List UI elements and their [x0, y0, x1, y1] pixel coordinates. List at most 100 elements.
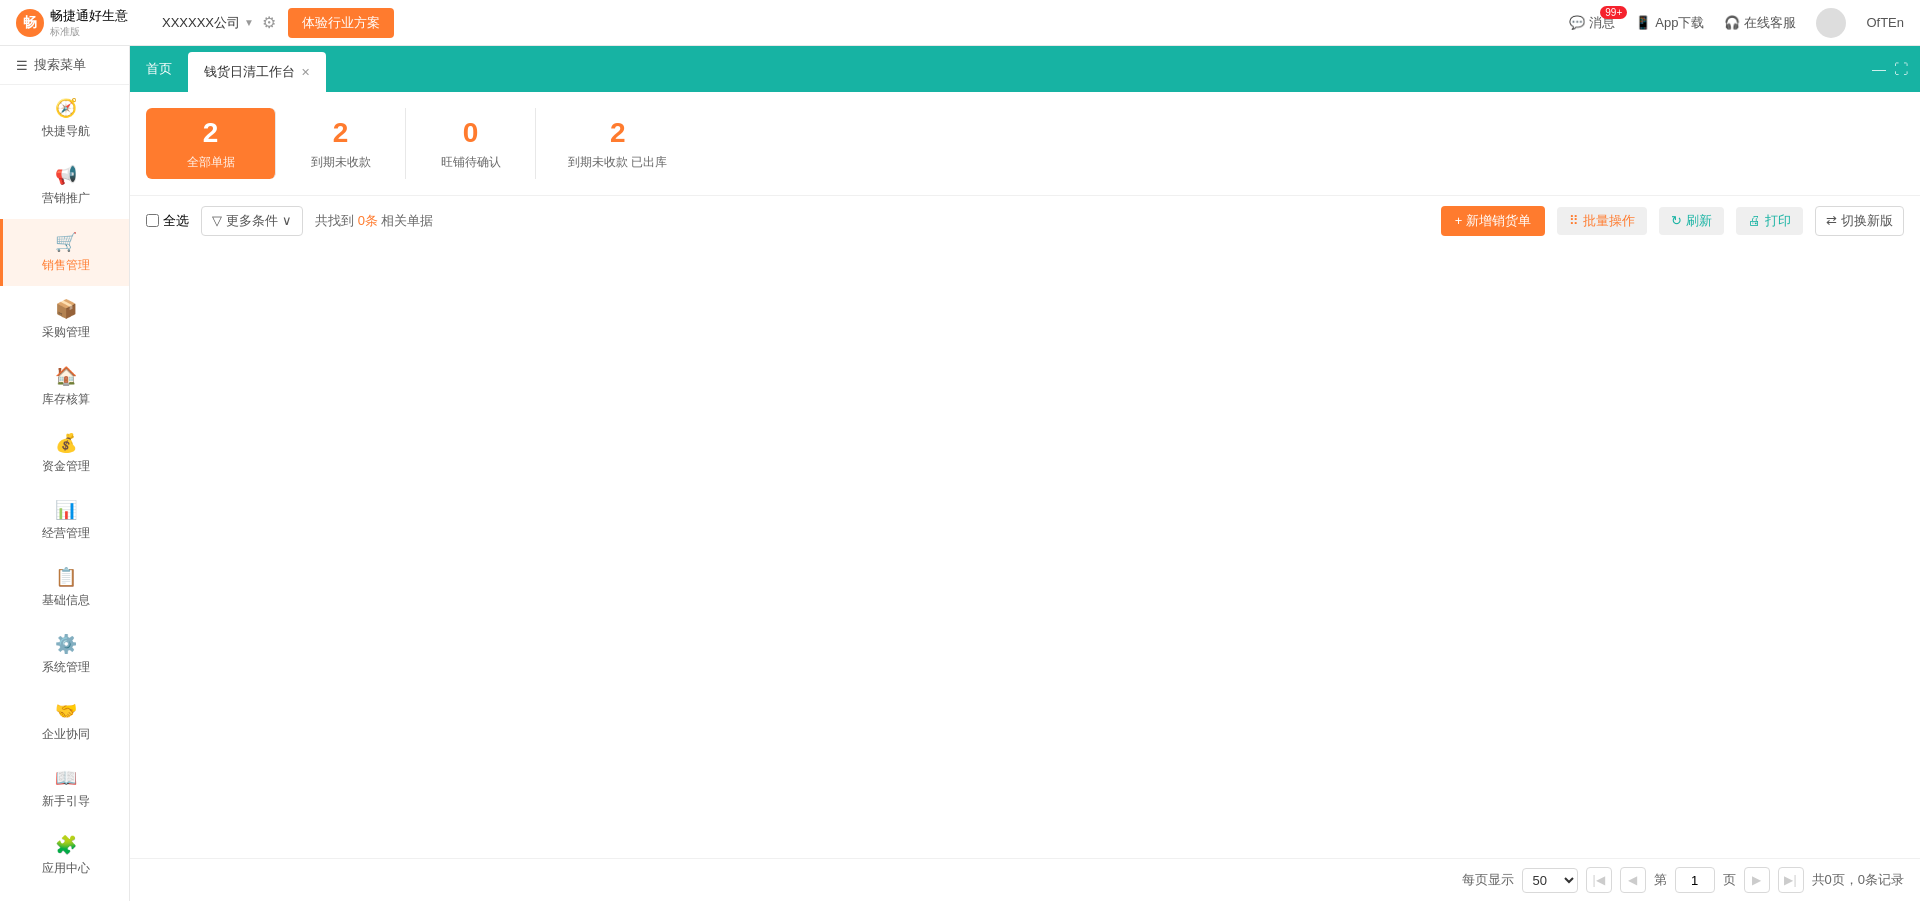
search-menu-button[interactable]: ☰ 搜索菜单: [0, 46, 129, 85]
sidebar-icon-6: 📊: [55, 499, 77, 521]
tab-close-icon[interactable]: ✕: [301, 66, 310, 79]
page-suffix: 页: [1723, 871, 1736, 889]
logo-icon: 畅: [16, 9, 44, 37]
stat-label-wangpu: 旺铺待确认: [441, 154, 501, 171]
avatar[interactable]: [1816, 8, 1846, 38]
page-size-select[interactable]: 20 50 100: [1522, 868, 1578, 893]
stat-card-overdue[interactable]: 2 到期未收款: [276, 108, 406, 179]
sidebar-item-4[interactable]: 🏠 库存核算: [0, 353, 129, 420]
stats-section: 2 全部单据 2 到期未收款 0 旺铺待确认 2 到期未收款 已出库: [130, 92, 1920, 195]
page-label: 第: [1654, 871, 1667, 889]
logo-area: 畅 畅捷通好生意 标准版: [16, 7, 146, 39]
stat-card-all[interactable]: 2 全部单据: [146, 108, 276, 179]
sidebar-icon-4: 🏠: [55, 365, 77, 387]
next-page-button[interactable]: ▶: [1744, 867, 1770, 893]
first-page-button[interactable]: |◀: [1586, 867, 1612, 893]
sidebar-icon-1: 📢: [55, 164, 77, 186]
pagination-bar: 每页显示 20 50 100 |◀ ◀ 第 页 ▶ ▶| 共0页，0条记录: [130, 858, 1920, 901]
sidebar-item-1[interactable]: 📢 营销推广: [0, 152, 129, 219]
result-count: 0条: [358, 213, 378, 228]
sidebar-item-5[interactable]: 💰资金管理: [0, 420, 129, 487]
tab-minimize-button[interactable]: —: [1872, 61, 1886, 77]
app-download-button[interactable]: 📱 App下载: [1635, 14, 1704, 32]
sidebar-item-12[interactable]: 💬企业微信: [0, 889, 129, 901]
sidebar-icon-3: 📦: [55, 298, 77, 320]
message-button[interactable]: 💬 消息 99+: [1569, 14, 1615, 32]
toolbar: 全选 ▽ 更多条件 ∨ 共找到 0条 相关单据 + 新增销货单: [130, 195, 1920, 246]
sidebar-item-8[interactable]: ⚙️ 系统管理: [0, 621, 129, 688]
batch-operation-button[interactable]: ⠿ 批量操作: [1557, 207, 1647, 235]
user-name: OfTEn: [1866, 15, 1904, 30]
sidebar-icon-7: 📋: [55, 566, 77, 588]
tab-maximize-button[interactable]: ⛶: [1894, 61, 1908, 77]
settings-icon[interactable]: ⚙: [262, 13, 276, 32]
content-area: 首页 钱货日清工作台 ✕ — ⛶ 2 全部单据 2 到期未收款: [130, 46, 1920, 901]
message-icon: 💬: [1569, 15, 1585, 30]
tab-bar: 首页 钱货日清工作台 ✕ — ⛶: [130, 46, 1920, 92]
prev-page-button[interactable]: ◀: [1620, 867, 1646, 893]
sidebar-item-6[interactable]: 📊经营管理: [0, 487, 129, 554]
stat-label-overdue: 到期未收款: [311, 154, 371, 171]
refresh-button[interactable]: ↻ 刷新: [1659, 207, 1724, 235]
sidebar-icon-8: ⚙️: [55, 633, 77, 655]
page-input[interactable]: [1675, 867, 1715, 893]
sidebar-label-0: 快捷导航: [42, 123, 90, 140]
stat-card-shipped[interactable]: 2 到期未收款 已出库: [536, 108, 699, 179]
sidebar-item-2[interactable]: 🛒 销售管理: [0, 219, 129, 286]
print-button[interactable]: 🖨 打印: [1736, 207, 1803, 235]
stat-number-shipped: 2: [610, 116, 626, 150]
sidebar-item-9[interactable]: 🤝企业协同: [0, 688, 129, 755]
sidebar-icon-11: 🧩: [55, 834, 77, 856]
logo-text: 畅捷通好生意 标准版: [50, 7, 128, 39]
page-size-label: 每页显示: [1462, 871, 1514, 889]
sidebar-item-7[interactable]: 📋 基础信息: [0, 554, 129, 621]
tab-home[interactable]: 首页: [130, 46, 188, 92]
switch-version-button[interactable]: ⇄ 切换新版: [1815, 206, 1904, 236]
sidebar-label-7: 基础信息: [42, 592, 90, 609]
filter-icon: ▽: [212, 213, 222, 228]
refresh-icon: ↻: [1671, 213, 1682, 228]
sidebar-icon-10: 📖: [55, 767, 77, 789]
service-icon: 🎧: [1724, 15, 1740, 30]
sidebar-item-10[interactable]: 📖 新手引导: [0, 755, 129, 822]
toolbar-right: + 新增销货单 ⠿ 批量操作 ↻ 刷新 🖨 打印 ⇄: [1441, 206, 1904, 236]
sidebar-label-8: 系统管理: [42, 659, 90, 676]
sidebar-icon-0: 🧭: [55, 97, 77, 119]
last-page-button[interactable]: ▶|: [1778, 867, 1804, 893]
batch-icon: ⠿: [1569, 213, 1579, 228]
sidebar-item-11[interactable]: 🧩 应用中心: [0, 822, 129, 889]
sidebar-item-0[interactable]: 🧭 快捷导航: [0, 85, 129, 152]
select-all-input[interactable]: [146, 214, 159, 227]
stat-card-wangpu[interactable]: 0 旺铺待确认: [406, 108, 536, 179]
company-name: XXXXXX公司: [162, 14, 240, 32]
sidebar-label-10: 新手引导: [42, 793, 90, 810]
experience-button[interactable]: 体验行业方案: [288, 8, 394, 38]
select-all-checkbox[interactable]: 全选: [146, 212, 189, 230]
main-layout: ☰ 搜索菜单 🧭 快捷导航 📢 营销推广 🛒 销售管理 📦 采购管理 🏠 库存核算 💰资金管理📊经营…: [0, 46, 1920, 901]
message-badge: 99+: [1600, 6, 1627, 19]
page-content: 2 全部单据 2 到期未收款 0 旺铺待确认 2 到期未收款 已出库: [130, 92, 1920, 901]
sidebar-label-11: 应用中心: [42, 860, 90, 877]
sidebar-item-3[interactable]: 📦 采购管理: [0, 286, 129, 353]
sidebar-icon-2: 🛒: [55, 231, 77, 253]
sidebar-label-3: 采购管理: [42, 324, 90, 341]
new-order-button[interactable]: + 新增销货单: [1441, 206, 1545, 236]
download-icon: 📱: [1635, 15, 1651, 30]
chevron-down-icon: ∨: [282, 213, 292, 228]
sidebar-label-4: 库存核算: [42, 391, 90, 408]
company-selector[interactable]: XXXXXX公司 ▼: [162, 14, 254, 32]
stat-number-all: 2: [203, 116, 219, 150]
sidebar-label-2: 销售管理: [42, 257, 90, 274]
search-icon: ☰: [16, 58, 28, 73]
switch-icon: ⇄: [1826, 213, 1837, 228]
print-icon: 🖨: [1748, 213, 1761, 228]
result-text: 共找到 0条 相关单据: [315, 212, 433, 230]
sidebar-label-1: 营销推广: [42, 190, 90, 207]
toolbar-left: 全选 ▽ 更多条件 ∨ 共找到 0条 相关单据: [146, 206, 1429, 236]
header-right: 💬 消息 99+ 📱 App下载 🎧 在线客服 OfTEn: [1569, 8, 1904, 38]
tab-workbench[interactable]: 钱货日清工作台 ✕: [188, 52, 326, 92]
chevron-down-icon: ▼: [244, 17, 254, 28]
sidebar: ☰ 搜索菜单 🧭 快捷导航 📢 营销推广 🛒 销售管理 📦 采购管理 🏠 库存核算 💰资金管理📊经营…: [0, 46, 130, 901]
more-filters-button[interactable]: ▽ 更多条件 ∨: [201, 206, 303, 236]
online-service-button[interactable]: 🎧 在线客服: [1724, 14, 1796, 32]
